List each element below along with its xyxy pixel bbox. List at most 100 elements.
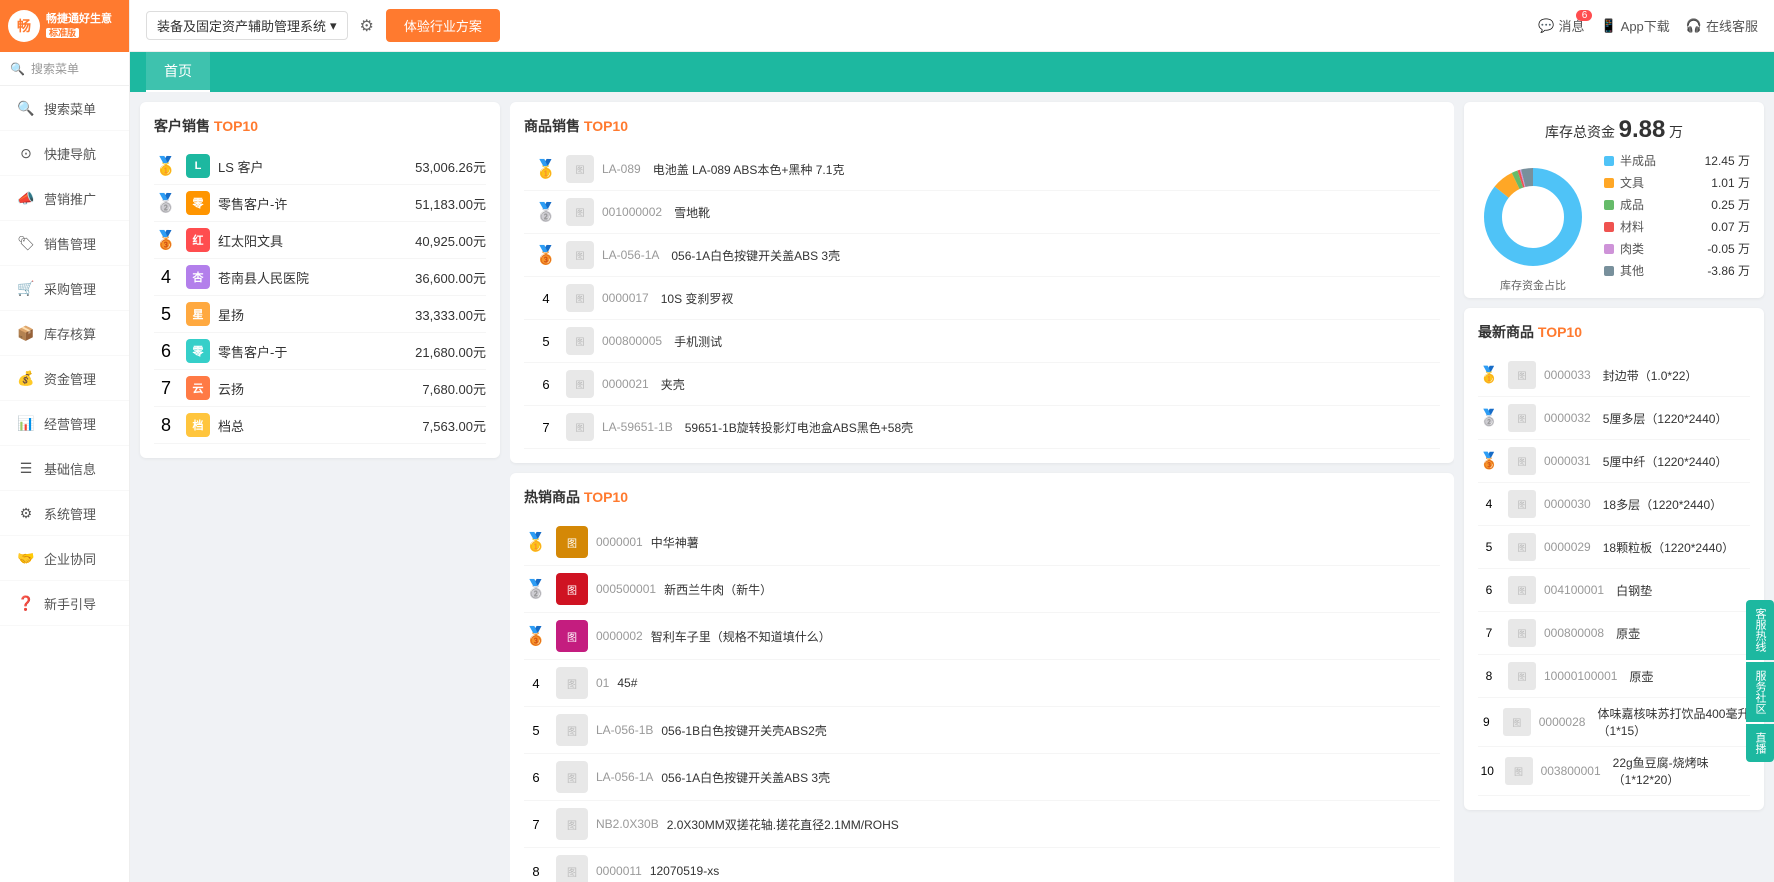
- sidebar-item-finance[interactable]: 💰资金管理: [0, 356, 129, 401]
- product-code: LA-089: [602, 162, 641, 176]
- rank-badge: 🥉: [154, 230, 178, 251]
- customer-amount: 21,680.00元: [415, 342, 486, 361]
- customer-name: 零售客户-许: [218, 194, 407, 213]
- legend-item: 半成品 12.45 万: [1604, 152, 1750, 169]
- sidebar-item-basic-info[interactable]: ☰基础信息: [0, 446, 129, 491]
- float-cs-live[interactable]: 直播: [1746, 724, 1774, 762]
- app-download-item[interactable]: 📱 App下载: [1600, 16, 1669, 35]
- sidebar-item-enterprise[interactable]: 🤝企业协同: [0, 536, 129, 581]
- new-product-row: 🥇 图 0000033 封边带（1.0*22）: [1478, 354, 1750, 397]
- customer-row: 🥉 红 红太阳文具 40,925.00元: [154, 222, 486, 259]
- online-service-item[interactable]: 🎧 在线客服: [1686, 16, 1758, 35]
- product-code: 0000002: [596, 629, 643, 643]
- customer-avatar: 档: [186, 413, 210, 437]
- customer-avatar: 云: [186, 376, 210, 400]
- new-product-thumbnail: 图: [1508, 404, 1536, 432]
- rank-badge: 🥇: [1478, 365, 1500, 385]
- rank-badge: 6: [524, 770, 548, 785]
- rank-badge: 7: [1478, 626, 1500, 640]
- rank-badge: 🥇: [534, 159, 558, 180]
- legend-name: 其他: [1620, 262, 1701, 279]
- rank-badge: 🥈: [1478, 408, 1500, 428]
- rank-badge: 5: [1478, 540, 1500, 554]
- tab-home[interactable]: 首页: [146, 52, 210, 92]
- product-name: 电池盖 LA-089 ABS本色+黑种 7.1克: [653, 161, 845, 178]
- online-service-label: 在线客服: [1706, 16, 1758, 35]
- float-cs-community[interactable]: 服务社区: [1746, 662, 1774, 722]
- app-download-label: App下载: [1621, 16, 1670, 35]
- rank-badge: 8: [154, 415, 178, 436]
- mid-product-row: 7 图 LA-59651-1B 59651-1B旋转投影灯电池盒ABS黑色+58…: [524, 406, 1440, 449]
- sidebar-item-marketing[interactable]: 📣营销推广: [0, 176, 129, 221]
- product-image: 图: [556, 573, 588, 605]
- rank-badge: 5: [534, 334, 558, 349]
- new-product-row: 🥈 图 0000032 5厘多层（1220*2440）: [1478, 397, 1750, 440]
- nav-tabs: 首页: [130, 52, 1774, 92]
- customer-amount: 7,563.00元: [422, 416, 486, 435]
- product-code: 0000033: [1544, 368, 1591, 382]
- product-name: 智利车子里（规格不知道填什么）: [651, 628, 831, 645]
- inventory-unit: 万: [1669, 124, 1683, 140]
- customer-row: 4 杏 苍南县人民医院 36,600.00元: [154, 259, 486, 296]
- rank-badge: 8: [524, 864, 548, 879]
- sidebar-logo: 畅 畅捷通好生意 标准版: [0, 0, 129, 52]
- product-name: 新西兰牛肉（新牛）: [664, 581, 772, 598]
- new-product-thumbnail: 图: [1505, 757, 1533, 785]
- sidebar-item-search[interactable]: 🔍搜索菜单: [0, 86, 129, 131]
- customer-amount: 51,183.00元: [415, 194, 486, 213]
- donut-label: 库存资金占比: [1478, 277, 1588, 293]
- legend-dot: [1604, 244, 1614, 254]
- new-product-thumbnail: 图: [1508, 619, 1536, 647]
- rank-badge: 7: [524, 817, 548, 832]
- rank-badge: 🥇: [524, 532, 548, 553]
- left-panel: 客户销售 TOP10 🥇 L LS 客户 53,006.26元 🥈 零 零售客户…: [130, 92, 510, 882]
- sidebar-search[interactable]: 🔍 搜索菜单: [0, 52, 129, 86]
- rank-badge: 6: [1478, 583, 1500, 597]
- customer-name: 星扬: [218, 305, 407, 324]
- new-product-row: 10 图 003800001 22g鱼豆腐-烧烤味（1*12*20）: [1478, 747, 1750, 796]
- messages-badge: 6: [1576, 10, 1592, 21]
- product-code: 003800001: [1541, 764, 1601, 778]
- menu-icon-guide: ❓: [16, 593, 36, 613]
- mid-panel: 商品销售 TOP10 🥇 图 LA-089 电池盖 LA-089 ABS本色+黑…: [510, 92, 1454, 882]
- product-code: NB2.0X30B: [596, 817, 659, 831]
- new-product-row: 🥉 图 0000031 5厘中纤（1220*2440）: [1478, 440, 1750, 483]
- legend-item: 成品 0.25 万: [1604, 196, 1750, 213]
- trial-button[interactable]: 体验行业方案: [386, 9, 500, 42]
- sidebar-item-purchase[interactable]: 🛒采购管理: [0, 266, 129, 311]
- product-code: 0000031: [1544, 454, 1591, 468]
- inventory-label: 库存总资金: [1545, 124, 1615, 140]
- sidebar-item-inventory[interactable]: 📦库存核算: [0, 311, 129, 356]
- sidebar-item-guide[interactable]: ❓新手引导: [0, 581, 129, 626]
- message-icon: 💬: [1538, 18, 1554, 34]
- float-cs-hotline[interactable]: 客服热线: [1746, 600, 1774, 660]
- legend-name: 材料: [1620, 218, 1705, 235]
- sidebar-item-operations[interactable]: 📊经营管理: [0, 401, 129, 446]
- sidebar-item-system[interactable]: ⚙系统管理: [0, 491, 129, 536]
- customer-table: 🥇 L LS 客户 53,006.26元 🥈 零 零售客户-许 51,183.0…: [154, 148, 486, 444]
- new-product-thumbnail: 图: [1508, 576, 1536, 604]
- customer-row: 5 星 星扬 33,333.00元: [154, 296, 486, 333]
- sidebar-item-quick-nav[interactable]: ⊙快捷导航: [0, 131, 129, 176]
- legend-dot: [1604, 178, 1614, 188]
- product-thumbnail: 图: [566, 241, 594, 269]
- topbar-gear-icon[interactable]: ⚙: [360, 16, 374, 36]
- hot-product-table: 🥇 图 0000001 中华神薯 🥈 图 000500001 新西兰牛肉（新牛）…: [524, 519, 1440, 882]
- menu-icon-inventory: 📦: [16, 323, 36, 343]
- product-name: 白钢垫: [1616, 582, 1652, 599]
- product-image-placeholder: 图: [556, 667, 588, 699]
- rank-badge: 6: [534, 377, 558, 392]
- legend-list: 半成品 12.45 万 文具 1.01 万 成品 0.25 万 材料 0.07 …: [1604, 152, 1750, 284]
- customer-name: 档总: [218, 416, 414, 435]
- product-image-placeholder: 图: [556, 761, 588, 793]
- sidebar-item-sales[interactable]: 🏷销售管理: [0, 221, 129, 266]
- rank-badge: 🥈: [524, 579, 548, 600]
- product-name: 10S 变刹罗衩: [661, 290, 734, 307]
- messages-icon-item[interactable]: 💬 消息 6: [1538, 16, 1584, 35]
- float-cs: 客服热线 服务社区 直播: [1746, 600, 1774, 762]
- menu-icon-system: ⚙: [16, 503, 36, 523]
- legend-item: 肉类 -0.05 万: [1604, 240, 1750, 257]
- topbar-system-dropdown[interactable]: 装备及固定资产辅助管理系统 ▾: [146, 11, 348, 40]
- product-code: 01: [596, 676, 609, 690]
- product-image-placeholder: 图: [556, 808, 588, 840]
